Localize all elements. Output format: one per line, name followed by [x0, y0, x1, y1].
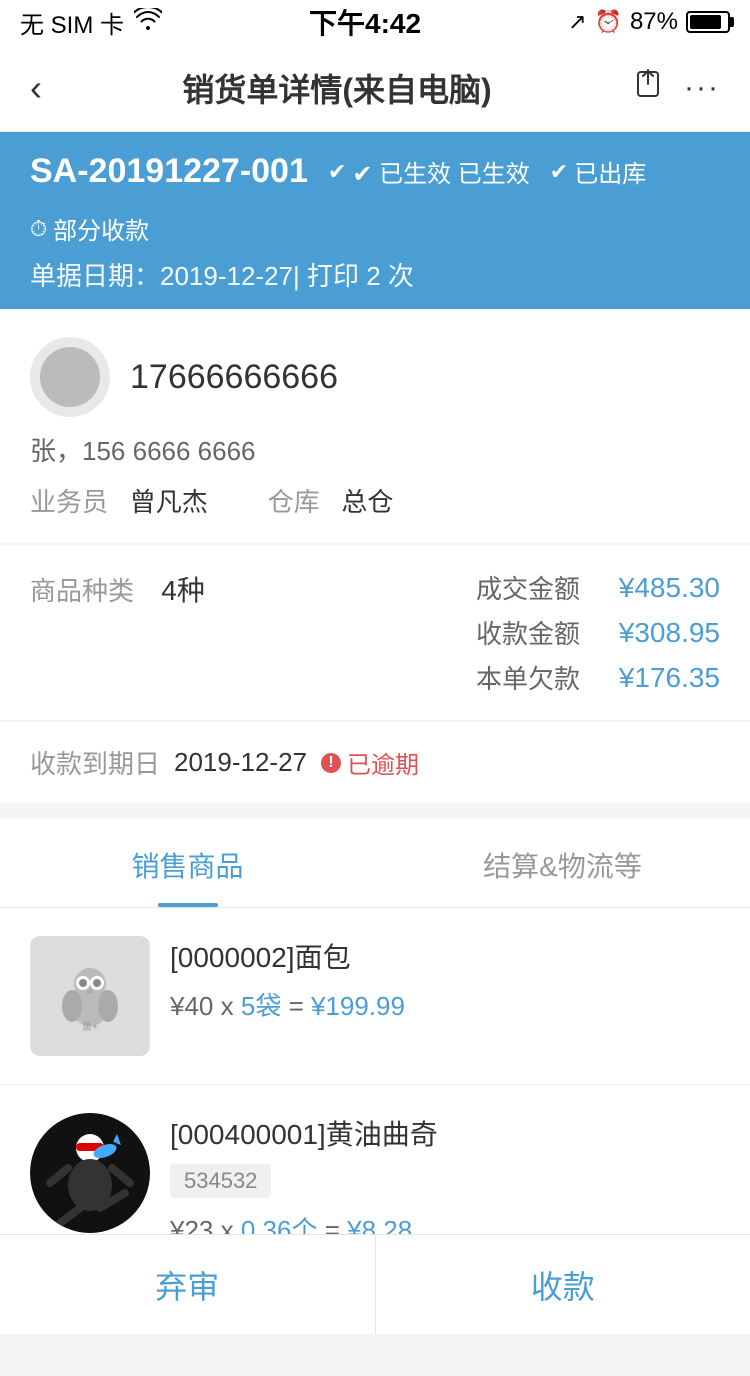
battery-icon	[686, 11, 730, 33]
sales-label: 业务员	[30, 487, 108, 517]
collect-payment-button[interactable]: 收款	[376, 1235, 750, 1334]
due-section: 收款到期日 2019-12-27 ! 已逾期	[0, 722, 750, 803]
status-bar: 无 SIM 卡 下午4:42 ↗ ⏰ 87%	[0, 0, 750, 44]
stats-section: 商品种类 4种 成交金额 ¥485.30 收款金额 ¥308.95 本单欠款 ¥…	[0, 545, 750, 720]
warehouse-name: 总仓	[341, 487, 393, 517]
amount-label: 成交金额	[476, 569, 580, 606]
customer-name: 张，156 6666 6666	[30, 431, 720, 468]
stats-amounts: 成交金额 ¥485.30 收款金额 ¥308.95 本单欠款 ¥176.35	[476, 569, 720, 696]
nav-bar: ‹ 销货单详情(来自电脑) ···	[0, 44, 750, 132]
amount-value: ¥485.30	[600, 572, 720, 604]
tab-settlement[interactable]: 结算&物流等	[375, 819, 750, 907]
location-icon: ↗	[568, 9, 586, 35]
customer-meta: 业务员 曾凡杰 仓库 总仓	[30, 482, 720, 519]
avatar	[30, 337, 110, 417]
badge-effective: ✔ ✔ 已生效 已生效	[328, 154, 530, 189]
share-icon[interactable]	[632, 68, 664, 108]
carrier-text: 无 SIM 卡	[20, 5, 124, 40]
product-price-1: ¥40 x 5袋 = ¥199.99	[170, 986, 720, 1023]
product-thumbnail-1: 鱼+	[30, 936, 150, 1056]
debt-label: 本单欠款	[476, 659, 580, 696]
owl-icon: 鱼+	[30, 936, 150, 1056]
alarm-icon: ⏰	[595, 9, 622, 35]
due-label: 收款到期日	[30, 744, 160, 781]
sales-name: 曾凡杰	[130, 487, 208, 517]
status-left: 无 SIM 卡	[20, 5, 162, 40]
bottom-bar: 弃审 收款	[0, 1234, 750, 1334]
product-item: 鱼+ [0000002]面包 ¥40 x 5袋 = ¥199.99	[0, 908, 750, 1085]
product-qty-1: 5袋	[241, 991, 281, 1021]
customer-section: 17666666666 张，156 6666 6666 业务员 曾凡杰 仓库 总…	[0, 309, 750, 543]
product-total-1: ¥199.99	[311, 991, 405, 1021]
product-name-2: [000400001]黄油曲奇	[170, 1113, 720, 1153]
received-label: 收款金额	[476, 614, 580, 651]
battery-percent: 87%	[630, 8, 678, 36]
back-button[interactable]: ‹	[30, 67, 42, 109]
overdue-text: 已逾期	[347, 745, 419, 780]
products-section: 鱼+ [0000002]面包 ¥40 x 5袋 = ¥199.99	[0, 908, 750, 1276]
overdue-badge: ! 已逾期	[321, 745, 419, 780]
wifi-icon	[134, 8, 162, 37]
tabs-section: 销售商品 结算&物流等	[0, 819, 750, 908]
product-name-1: [0000002]面包	[170, 936, 720, 976]
page-title: 销货单详情(来自电脑)	[182, 65, 491, 111]
tab-sales-products[interactable]: 销售商品	[0, 819, 375, 907]
abandon-review-button[interactable]: 弃审	[0, 1235, 376, 1334]
nav-actions: ···	[632, 68, 720, 108]
svg-text:鱼+: 鱼+	[82, 1020, 98, 1033]
product-info-2: [000400001]黄油曲奇 534532 ¥23 x 0.36个 = ¥8.…	[170, 1113, 720, 1247]
status-time: 下午4:42	[309, 2, 421, 42]
warehouse-label: 仓库	[268, 487, 320, 517]
badge-shipped: ✔ 已出库	[550, 154, 646, 189]
product-info-1: [0000002]面包 ¥40 x 5袋 = ¥199.99	[170, 936, 720, 1023]
debt-value: ¥176.35	[600, 662, 720, 694]
stats-category: 商品种类 4种	[30, 569, 205, 609]
product-thumbnail-2	[30, 1113, 150, 1233]
more-icon[interactable]: ···	[684, 71, 720, 105]
order-date-info: 单据日期：2019-12-27| 打印 2 次	[30, 256, 720, 293]
badge-partial: ⏱ 部分收款	[30, 211, 149, 246]
overdue-icon: !	[321, 753, 341, 773]
product-tag-2: 534532	[170, 1164, 271, 1198]
customer-phone: 17666666666	[130, 358, 338, 397]
order-header: SA-20191227-001 ✔ ✔ 已生效 已生效 ✔ 已出库 ⏱ 部分收款…	[0, 132, 750, 309]
received-value: ¥308.95	[600, 617, 720, 649]
status-right: ↗ ⏰ 87%	[568, 8, 730, 36]
due-date: 2019-12-27	[174, 747, 307, 778]
order-id: SA-20191227-001	[30, 152, 308, 191]
